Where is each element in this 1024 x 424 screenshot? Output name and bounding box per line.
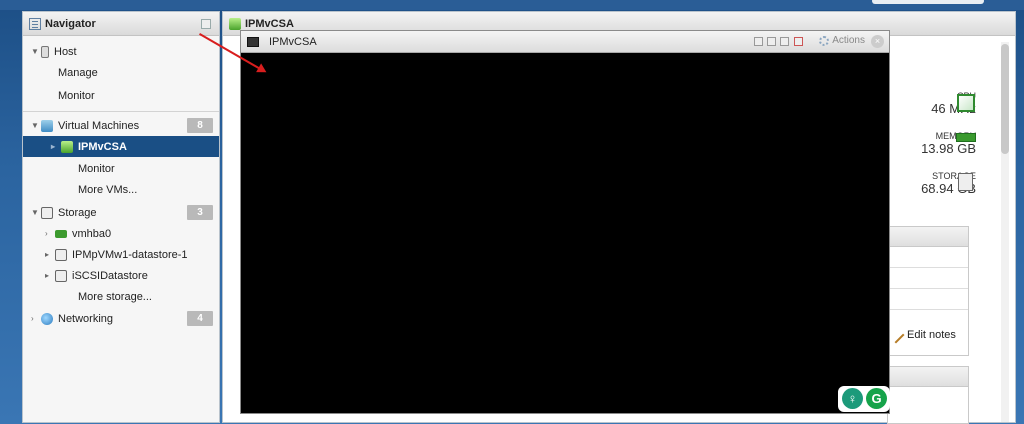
vm-count-badge: 8 bbox=[187, 118, 213, 133]
divider bbox=[888, 267, 968, 268]
expand-icon[interactable]: ▸ bbox=[51, 142, 61, 151]
nav-host-monitor[interactable]: Monitor bbox=[23, 85, 219, 106]
network-icon bbox=[41, 312, 53, 325]
storage-icon bbox=[55, 269, 67, 282]
edit-notes-label: Edit notes bbox=[907, 329, 956, 341]
grammarly-icon[interactable]: G bbox=[866, 388, 887, 409]
vm-icon bbox=[229, 17, 241, 30]
top-pill bbox=[872, 0, 984, 4]
adapter-icon bbox=[55, 229, 67, 238]
navigator-title: Navigator bbox=[45, 17, 96, 30]
divider bbox=[888, 288, 968, 289]
vm-icon bbox=[61, 140, 73, 153]
metric-value: 13.98 GB bbox=[921, 141, 976, 156]
edit-notes-button[interactable]: Edit notes bbox=[887, 326, 956, 344]
nav-label: More VMs... bbox=[78, 183, 138, 196]
navigator-icon bbox=[29, 17, 41, 30]
nav-more-vms[interactable]: More VMs... bbox=[23, 179, 219, 200]
card-header bbox=[888, 367, 968, 387]
nav-host-manage[interactable]: Manage bbox=[23, 62, 219, 83]
console-icon bbox=[247, 36, 259, 47]
close-icon[interactable]: × bbox=[871, 35, 884, 48]
nav-networking-label: Networking bbox=[58, 312, 114, 325]
divider bbox=[23, 111, 219, 112]
nav-vm-monitor[interactable]: Monitor bbox=[23, 158, 219, 179]
bulb-icon[interactable]: ♀ bbox=[842, 388, 863, 409]
nav-label: vmhba0 bbox=[72, 227, 112, 240]
nav-vms-label: Virtual Machines bbox=[58, 119, 140, 132]
nav-storage-item[interactable]: ▸ iSCSIDatastore bbox=[23, 265, 219, 286]
console-titlebar[interactable]: IPMvCSA Actions × bbox=[241, 31, 889, 53]
toolbar-button[interactable] bbox=[780, 37, 789, 46]
divider bbox=[888, 309, 968, 310]
actions-label: Actions bbox=[832, 35, 865, 46]
flag-icon[interactable] bbox=[794, 37, 803, 46]
nav-vm-label: IPMvCSA bbox=[78, 140, 127, 153]
scrollbar-thumb[interactable] bbox=[1001, 44, 1009, 154]
expand-icon[interactable]: ▼ bbox=[31, 208, 41, 217]
expand-icon[interactable]: ▼ bbox=[31, 121, 41, 130]
nav-storage[interactable]: ▼ Storage 3 bbox=[23, 202, 219, 223]
nav-storage-item[interactable]: › vmhba0 bbox=[23, 223, 219, 244]
expand-icon[interactable]: ▸ bbox=[45, 250, 55, 259]
nav-vm-ipmvcsa[interactable]: ▸ IPMvCSA bbox=[23, 136, 219, 157]
actions-menu[interactable]: Actions bbox=[819, 35, 865, 46]
expand-icon[interactable]: › bbox=[31, 314, 41, 323]
nav-storage-label: Storage bbox=[58, 206, 97, 219]
storage-icon bbox=[958, 173, 973, 191]
vm-icon bbox=[41, 119, 53, 132]
nav-more-storage[interactable]: More storage... bbox=[23, 286, 219, 307]
nav-host[interactable]: ▼ Host bbox=[23, 41, 219, 62]
nav-networking[interactable]: › Networking 4 bbox=[23, 308, 219, 329]
nav-storage-item[interactable]: ▸ IPMpVMw1-datastore-1 bbox=[23, 244, 219, 265]
storage-count-badge: 3 bbox=[187, 205, 213, 220]
expand-icon[interactable]: ▼ bbox=[31, 47, 41, 56]
console-screen[interactable] bbox=[241, 53, 889, 413]
nav-label: IPMpVMw1-datastore-1 bbox=[72, 248, 188, 261]
expand-icon[interactable]: › bbox=[45, 229, 55, 238]
top-band bbox=[0, 0, 1024, 10]
network-count-badge: 4 bbox=[187, 311, 213, 326]
nav-label: Monitor bbox=[78, 162, 115, 175]
cpu-icon bbox=[957, 94, 975, 112]
nav-label: More storage... bbox=[78, 290, 152, 303]
navigator-header: Navigator bbox=[23, 12, 219, 36]
toolbar-button[interactable] bbox=[754, 37, 763, 46]
nav-label: iSCSIDatastore bbox=[72, 269, 148, 282]
host-icon bbox=[41, 45, 49, 58]
pencil-icon bbox=[887, 326, 905, 344]
collapse-icon[interactable] bbox=[201, 19, 211, 29]
lower-card bbox=[887, 366, 969, 424]
toolbar-button[interactable] bbox=[767, 37, 776, 46]
console-window[interactable]: IPMvCSA Actions × bbox=[240, 30, 890, 414]
card-header bbox=[888, 227, 968, 247]
nav-host-label: Host bbox=[54, 45, 77, 58]
nav-label: Monitor bbox=[58, 89, 95, 102]
memory-icon bbox=[956, 133, 976, 142]
expand-icon[interactable]: ▸ bbox=[45, 271, 55, 280]
navigator-panel: Navigator ▼ Host Manage Monitor ▼ Virtua… bbox=[22, 11, 220, 423]
storage-icon bbox=[55, 248, 67, 261]
storage-icon bbox=[41, 206, 53, 219]
gear-icon bbox=[819, 35, 830, 46]
nav-virtual-machines[interactable]: ▼ Virtual Machines 8 bbox=[23, 115, 219, 136]
nav-label: Manage bbox=[58, 66, 98, 79]
console-title: IPMvCSA bbox=[269, 35, 317, 48]
main-title: IPMvCSA bbox=[245, 17, 294, 30]
extension-buttons: ♀ G bbox=[838, 386, 890, 412]
